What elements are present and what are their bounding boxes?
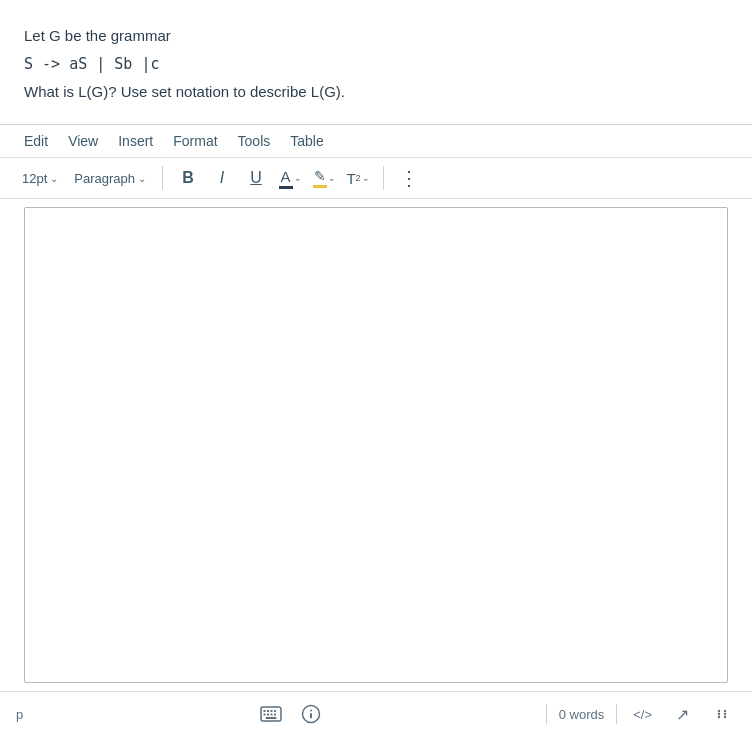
status-bar-right: 0 words </> ↗ [546, 700, 736, 728]
more-options-button[interactable]: ⋮ [394, 164, 424, 192]
menu-tools[interactable]: Tools [238, 131, 271, 151]
svg-rect-3 [270, 710, 272, 712]
svg-point-18 [724, 713, 726, 715]
question-line-2: S -> aS | Sb |c [24, 52, 728, 76]
paragraph-tag: p [16, 707, 36, 722]
code-view-button[interactable]: </> [629, 700, 656, 728]
font-size-value: 12pt [22, 171, 47, 186]
question-line-3: What is L(G)? Use set notation to descri… [24, 80, 728, 104]
svg-point-13 [718, 710, 720, 712]
editor-container [0, 199, 752, 691]
svg-rect-1 [263, 710, 265, 712]
menu-edit[interactable]: Edit [24, 131, 48, 151]
menu-insert[interactable]: Insert [118, 131, 153, 151]
code-divider [616, 704, 617, 724]
svg-rect-9 [265, 717, 276, 719]
svg-rect-2 [267, 710, 269, 712]
superscript-chevron: ⌄ [362, 173, 370, 183]
paragraph-style-value: Paragraph [74, 171, 135, 186]
font-color-icon: A [279, 168, 293, 189]
toolbar-divider-1 [162, 166, 163, 190]
underline-button[interactable]: U [241, 164, 271, 192]
grid-options-button[interactable] [708, 700, 736, 728]
menu-format[interactable]: Format [173, 131, 217, 151]
status-bar: p 0 words [0, 691, 752, 736]
info-icon-button[interactable] [297, 700, 325, 728]
svg-rect-5 [263, 714, 265, 716]
question-area: Let G be the grammar S -> aS | Sb |c Wha… [0, 0, 752, 124]
svg-rect-8 [274, 714, 276, 716]
font-color-chevron: ⌄ [294, 173, 302, 183]
question-line-1: Let G be the grammar [24, 24, 728, 48]
svg-rect-6 [267, 714, 269, 716]
svg-point-14 [724, 710, 726, 712]
menu-view[interactable]: View [68, 131, 98, 151]
svg-rect-7 [270, 714, 272, 716]
italic-button[interactable]: I [207, 164, 237, 192]
toolbar: 12pt ⌄ Paragraph ⌄ B I U A ⌄ ✎ ⌄ T2 ⌄ ⋮ [0, 158, 752, 199]
paragraph-style-select[interactable]: Paragraph ⌄ [68, 168, 152, 189]
expand-button[interactable]: ↗ [668, 700, 696, 728]
svg-point-17 [718, 713, 720, 715]
paragraph-style-chevron: ⌄ [138, 173, 146, 184]
word-count: 0 words [559, 707, 605, 722]
bold-button[interactable]: B [173, 164, 203, 192]
highlight-button[interactable]: ✎ ⌄ [309, 164, 339, 192]
svg-point-16 [724, 716, 726, 718]
toolbar-divider-2 [383, 166, 384, 190]
font-color-button[interactable]: A ⌄ [275, 164, 305, 192]
status-bar-center [36, 700, 546, 728]
keyboard-icon-button[interactable] [257, 700, 285, 728]
svg-rect-4 [274, 710, 276, 712]
svg-rect-12 [310, 713, 312, 719]
menu-table[interactable]: Table [290, 131, 323, 151]
editor-textarea[interactable] [25, 208, 727, 682]
highlight-icon: ✎ [313, 168, 327, 188]
word-count-divider [546, 704, 547, 724]
svg-point-15 [718, 716, 720, 718]
font-size-chevron: ⌄ [50, 173, 58, 184]
menu-bar: Edit View Insert Format Tools Table [0, 125, 752, 158]
svg-point-11 [310, 710, 312, 712]
font-size-select[interactable]: 12pt ⌄ [16, 168, 64, 189]
highlight-chevron: ⌄ [328, 173, 336, 183]
editor-box [24, 207, 728, 683]
superscript-button[interactable]: T2 ⌄ [343, 164, 373, 192]
